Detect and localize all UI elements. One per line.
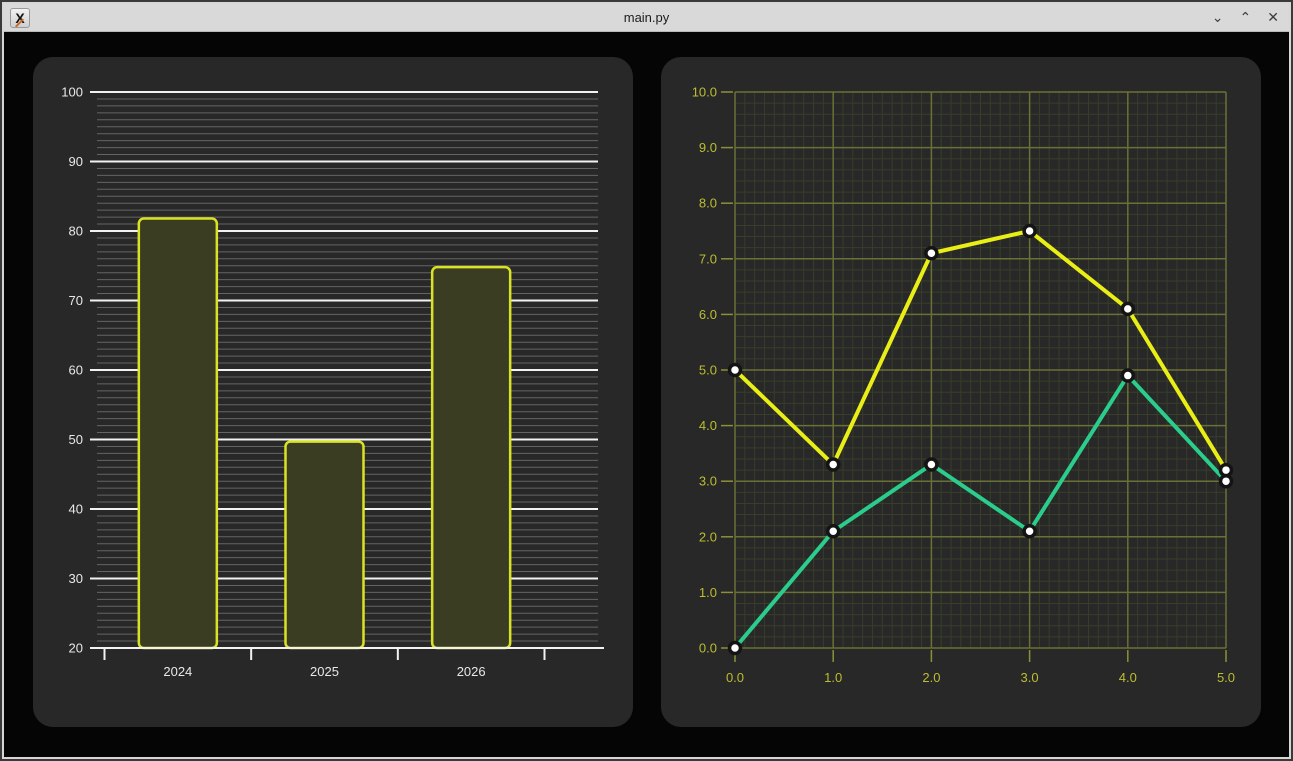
line-chart: 0.0 1.0 2.0 3.0 4.0 5.0 6.0 7.0 8.0 9.0 10.0 0.0 1.0… (692, 85, 1235, 686)
svg-text:2026: 2026 (457, 664, 486, 679)
x11-icon[interactable]: X (10, 8, 30, 28)
window-frame: X main.py ⌄ ⌃ ✕ 20 30 40 50 60 70 80 90 100 2024 2… (0, 0, 1293, 761)
svg-text:5.0: 5.0 (1217, 670, 1235, 685)
window-controls: ⌄ ⌃ ✕ (1212, 4, 1279, 32)
svg-text:1.0: 1.0 (699, 585, 717, 600)
svg-text:40: 40 (69, 502, 83, 517)
window-titlebar[interactable]: X main.py ⌄ ⌃ ✕ (4, 4, 1289, 32)
main-content: 20 30 40 50 60 70 80 90 100 2024 2025 2026 0.0 1.0 2.… (4, 32, 1289, 757)
svg-text:2.0: 2.0 (699, 529, 717, 544)
svg-text:1.0: 1.0 (824, 670, 842, 685)
svg-text:100: 100 (61, 85, 83, 100)
svg-text:2024: 2024 (163, 664, 192, 679)
svg-text:0.0: 0.0 (726, 670, 744, 685)
svg-text:5.0: 5.0 (699, 363, 717, 378)
svg-text:2025: 2025 (310, 664, 339, 679)
svg-text:70: 70 (69, 293, 83, 308)
svg-text:50: 50 (69, 432, 83, 447)
svg-text:80: 80 (69, 224, 83, 239)
svg-text:30: 30 (69, 571, 83, 586)
svg-text:9.0: 9.0 (699, 140, 717, 155)
svg-text:10.0: 10.0 (692, 85, 717, 100)
bar-chart-panel: 20 30 40 50 60 70 80 90 100 2024 2025 2026 (33, 57, 633, 727)
line-chart-panel: 0.0 1.0 2.0 3.0 4.0 5.0 6.0 7.0 8.0 9.0 10.0 0.0 1.0… (661, 57, 1261, 727)
svg-text:3.0: 3.0 (699, 474, 717, 489)
svg-text:6.0: 6.0 (699, 307, 717, 322)
svg-text:90: 90 (69, 154, 83, 169)
svg-text:4.0: 4.0 (1119, 670, 1137, 685)
bar-chart: 20 30 40 50 60 70 80 90 100 2024 2025 2026 (61, 85, 604, 679)
maximize-icon[interactable]: ⌃ (1240, 11, 1252, 25)
svg-text:60: 60 (69, 363, 83, 378)
svg-text:8.0: 8.0 (699, 196, 717, 211)
window-title: main.py (623, 10, 670, 25)
svg-text:20: 20 (69, 641, 83, 656)
close-icon[interactable]: ✕ (1267, 11, 1279, 25)
svg-text:4.0: 4.0 (699, 418, 717, 433)
svg-text:2.0: 2.0 (922, 670, 940, 685)
app-window: X main.py ⌄ ⌃ ✕ 20 30 40 50 60 70 80 90 100 2024 2… (2, 2, 1291, 759)
svg-text:7.0: 7.0 (699, 251, 717, 266)
minimize-icon[interactable]: ⌄ (1212, 11, 1224, 25)
svg-text:0.0: 0.0 (699, 641, 717, 656)
svg-text:3.0: 3.0 (1021, 670, 1039, 685)
